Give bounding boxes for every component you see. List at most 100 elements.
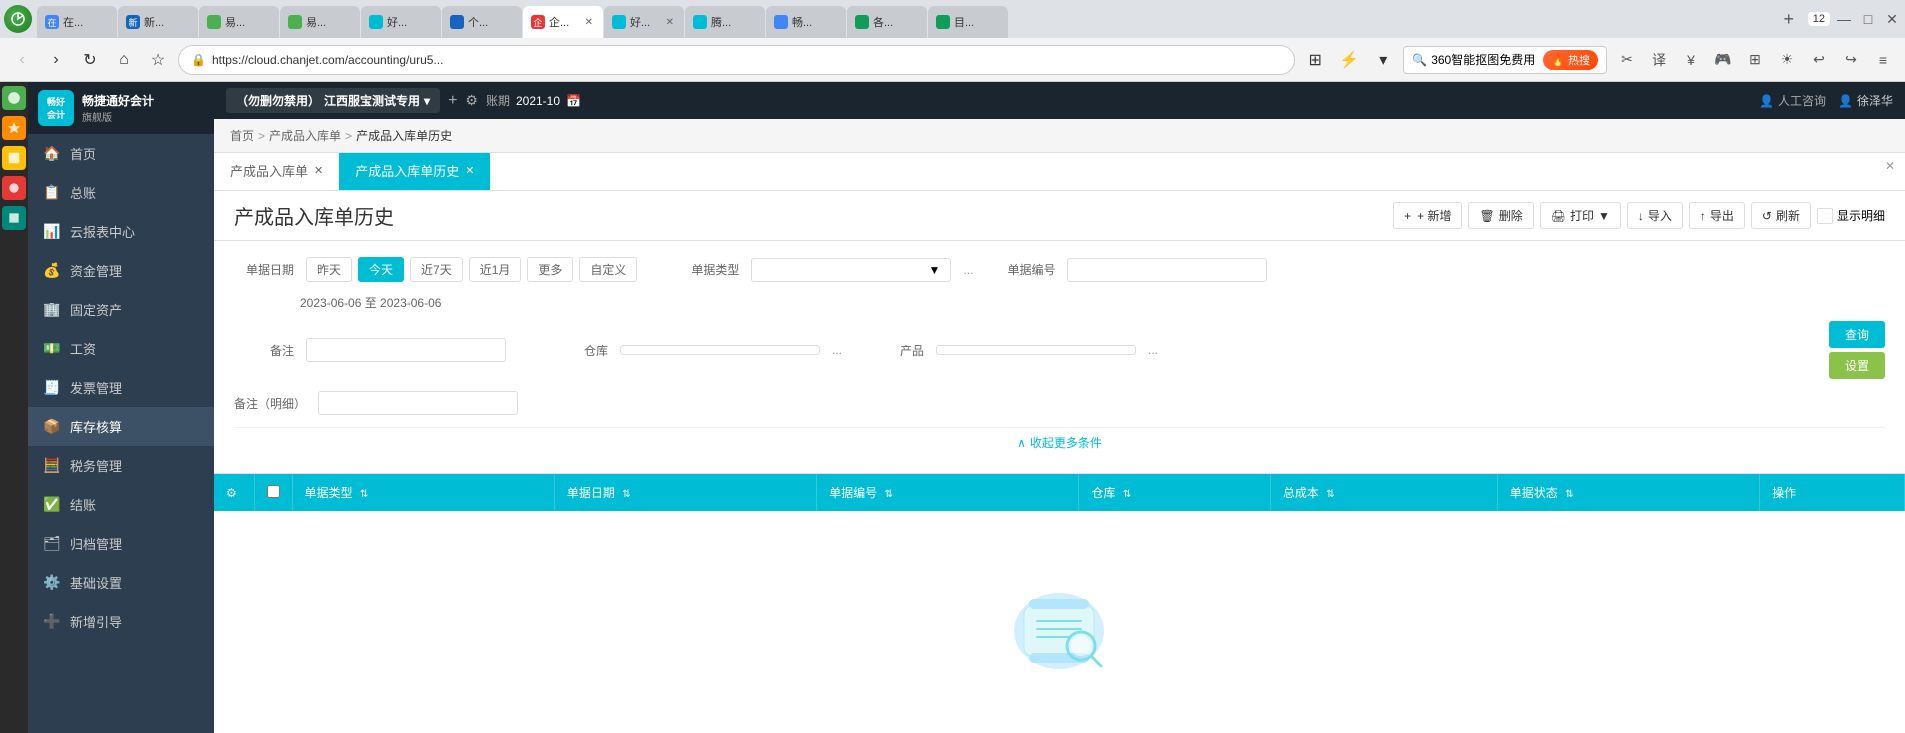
sidebar-item-checkout[interactable]: ✅ 结账 <box>28 485 214 524</box>
browser-tab-8[interactable]: 好... ✕ <box>604 6 684 38</box>
refresh-button[interactable]: ↺ 刷新 <box>1751 202 1811 229</box>
address-input[interactable]: 🔒 https://cloud.chanjet.com/accounting/u… <box>178 45 1295 75</box>
icon-sidebar-item-5[interactable] <box>2 206 26 230</box>
sidebar-item-cloud-report[interactable]: 📊 云报表中心 <box>28 212 214 251</box>
icon-sidebar-item-3[interactable] <box>2 146 26 170</box>
search-bar-360[interactable]: 🔍 360智能抠图免费用 🔥 热搜 <box>1403 46 1607 74</box>
select-all-checkbox[interactable] <box>267 485 280 498</box>
browser-tab-1[interactable]: 在 在... <box>37 6 117 38</box>
icon-sidebar-item-2[interactable] <box>2 116 26 140</box>
collapse-bar[interactable]: ∧ 收起更多条件 <box>234 427 1885 457</box>
browser-tab-5[interactable]: 好... <box>361 6 441 38</box>
sidebar-item-basic[interactable]: ⚙️ 基础设置 <box>28 563 214 602</box>
display-tool[interactable]: ☀ <box>1773 46 1801 74</box>
breadcrumb-list[interactable]: 产成品入库单 <box>269 127 341 144</box>
sidebar-item-home[interactable]: 🏠 首页 <box>28 134 214 173</box>
import-button[interactable]: ↓ 导入 <box>1627 202 1683 229</box>
undo2-tool[interactable]: ↪ <box>1837 46 1865 74</box>
sidebar-item-tax[interactable]: 🧮 税务管理 <box>28 446 214 485</box>
minimize-button[interactable]: — <box>1835 10 1853 28</box>
sidebar-item-invoice[interactable]: 🧾 发票管理 <box>28 368 214 407</box>
browser-tab-4[interactable]: 易... <box>280 6 360 38</box>
col-status[interactable]: 单据状态 ⇅ <box>1497 474 1759 511</box>
date-btn-today[interactable]: 今天 <box>358 257 404 282</box>
address-dropdown[interactable]: ▾ <box>1369 46 1397 74</box>
account-settings-button[interactable]: ⚙ <box>465 92 478 109</box>
export-button[interactable]: ↑ 导出 <box>1689 202 1745 229</box>
home-button[interactable]: ⌂ <box>110 46 138 74</box>
date-btn-1month[interactable]: 近1月 <box>469 257 522 282</box>
bookmark-button[interactable]: ☆ <box>144 46 172 74</box>
date-btn-custom[interactable]: 自定义 <box>579 257 637 282</box>
col-warehouse[interactable]: 仓库 ⇅ <box>1079 474 1270 511</box>
close-button[interactable]: ✕ <box>1883 10 1901 28</box>
remark-detail-input[interactable] <box>318 391 518 415</box>
show-detail-toggle[interactable]: 显示明细 <box>1817 207 1885 224</box>
sidebar-item-newbill[interactable]: ➕ 新增引导 <box>28 602 214 641</box>
breadcrumb-home[interactable]: 首页 <box>230 127 254 144</box>
new-tab-button[interactable]: + <box>1775 5 1803 33</box>
currency-tool[interactable]: ¥ <box>1677 46 1705 74</box>
show-detail-checkbox[interactable] <box>1817 208 1833 224</box>
col-total-cost[interactable]: 总成本 ⇅ <box>1270 474 1497 511</box>
browser-tab-12[interactable]: 目... <box>928 6 1008 38</box>
lightning-button[interactable]: ⚡ <box>1335 46 1363 74</box>
browser-tab-6[interactable]: 个... <box>442 6 522 38</box>
product-filter-select[interactable] <box>936 345 1136 355</box>
browser-tab-9[interactable]: 腾... <box>685 6 765 38</box>
date-btn-yesterday[interactable]: 昨天 <box>306 257 352 282</box>
col-date[interactable]: 单据日期 ⇅ <box>554 474 816 511</box>
sidebar-item-archive[interactable]: 🗂 归档管理 <box>28 524 214 563</box>
icon-sidebar-item-4[interactable] <box>2 176 26 200</box>
date-btn-7days[interactable]: 近7天 <box>410 257 463 282</box>
close-panel-button[interactable]: ✕ <box>1875 153 1905 179</box>
tab-list-close[interactable]: ✕ <box>314 164 323 177</box>
col-gear[interactable]: ⚙ <box>214 474 254 511</box>
remark-filter-input[interactable] <box>306 338 506 362</box>
page-tab-list[interactable]: 产成品入库单 ✕ <box>214 153 339 190</box>
browser-tab-7[interactable]: 企 企... ✕ <box>523 6 603 38</box>
undo-tool[interactable]: ↩ <box>1805 46 1833 74</box>
nav-header[interactable]: 畅好会计 畅捷通好会计 旗舰版 <box>28 82 214 134</box>
grid-tool[interactable]: ⊞ <box>1741 46 1769 74</box>
type-filter-select[interactable]: ▼ <box>751 258 951 282</box>
print-button[interactable]: 🖨 打印 ▼ <box>1540 202 1621 229</box>
sidebar-item-general-ledger[interactable]: 📋 总账 <box>28 173 214 212</box>
user-service-button[interactable]: 👤 人工咨询 <box>1759 92 1826 109</box>
tab-history-close[interactable]: ✕ <box>465 164 474 177</box>
account-name-dropdown[interactable]: （勿删勿禁用） 江西服宝测试专用 ▾ <box>226 88 440 113</box>
browser-tab-10[interactable]: 畅... <box>766 6 846 38</box>
browser-tab-11[interactable]: 各... <box>847 6 927 38</box>
delete-button[interactable]: 🗑 删除 <box>1468 202 1533 229</box>
more-tool[interactable]: ≡ <box>1869 46 1897 74</box>
extensions-button[interactable]: ⊞ <box>1301 46 1329 74</box>
icon-sidebar-item-1[interactable] <box>2 86 26 110</box>
col-checkbox[interactable] <box>254 474 292 511</box>
user-avatar-button[interactable]: 👤 徐泽华 <box>1838 92 1893 109</box>
tab-close-7[interactable]: ✕ <box>583 15 595 30</box>
sidebar-item-payroll[interactable]: 💵 工资 <box>28 329 214 368</box>
sidebar-item-fund[interactable]: 💰 资金管理 <box>28 251 214 290</box>
number-filter-input[interactable] <box>1067 258 1267 282</box>
browser-tab-2[interactable]: 新 新... <box>118 6 198 38</box>
refresh-button[interactable]: ↻ <box>76 46 104 74</box>
date-btn-more[interactable]: 更多 <box>527 257 573 282</box>
browser-tab-3[interactable]: 易... <box>199 6 279 38</box>
account-add-button[interactable]: + <box>448 92 457 110</box>
col-type[interactable]: 单据类型 ⇅ <box>292 474 554 511</box>
sidebar-item-fixed-assets[interactable]: 🏢 固定资产 <box>28 290 214 329</box>
page-tab-history[interactable]: 产成品入库单历史 ✕ <box>339 153 490 190</box>
forward-button[interactable]: › <box>42 46 70 74</box>
back-button[interactable]: ‹ <box>8 46 36 74</box>
setting-button[interactable]: 设置 <box>1829 352 1885 379</box>
col-number[interactable]: 单据编号 ⇅ <box>817 474 1079 511</box>
scissors-tool[interactable]: ✂ <box>1613 46 1641 74</box>
query-button[interactable]: 查询 <box>1829 321 1885 348</box>
translate-tool[interactable]: 译 <box>1645 46 1673 74</box>
game-tool[interactable]: 🎮 <box>1709 46 1737 74</box>
sidebar-item-inventory[interactable]: 📦 库存核算 <box>28 407 214 446</box>
add-button[interactable]: + + 新增 <box>1393 202 1462 229</box>
warehouse-filter-select[interactable] <box>620 345 820 355</box>
maximize-button[interactable]: □ <box>1859 10 1877 28</box>
tab-close-8[interactable]: ✕ <box>664 15 676 30</box>
